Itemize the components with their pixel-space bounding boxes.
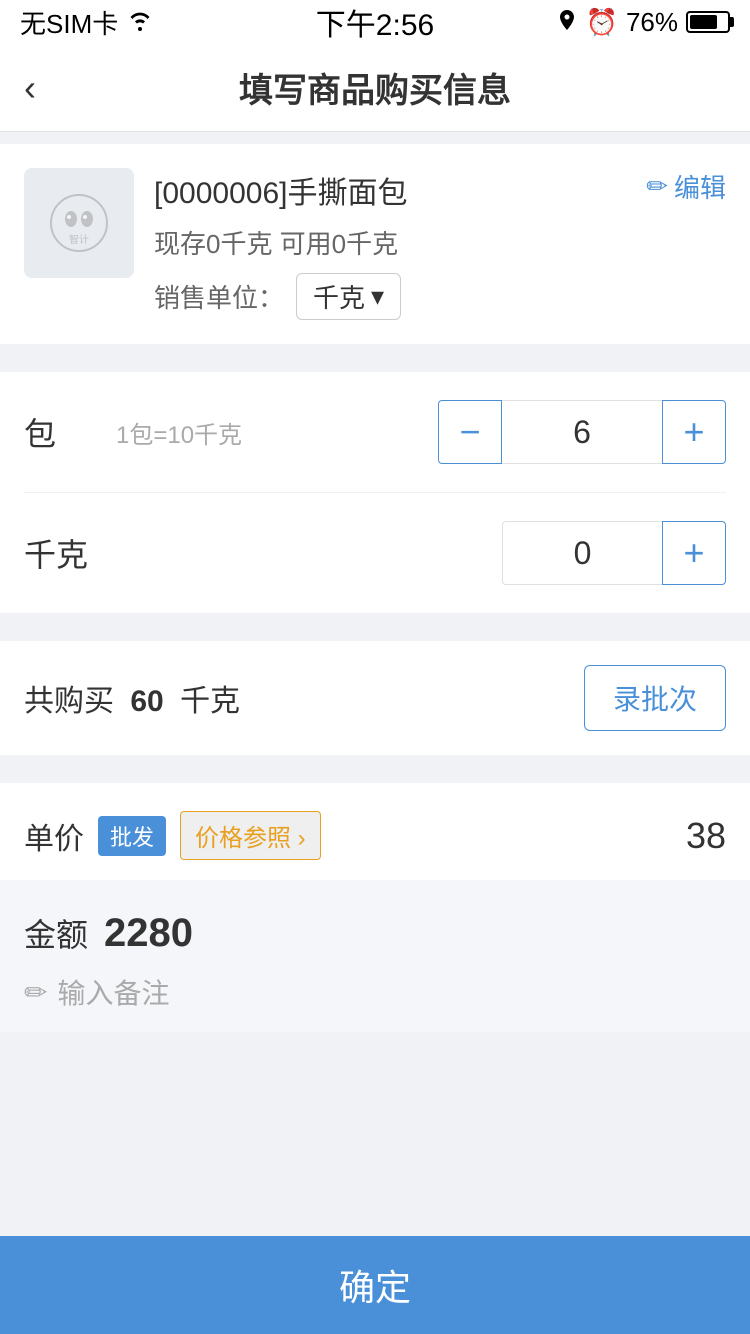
confirm-button[interactable]: 确定	[0, 1236, 750, 1334]
divider-2	[0, 629, 750, 641]
price-value: 38	[686, 815, 726, 857]
amount-row: 金额 2280	[24, 910, 726, 956]
quantity-section: 包 1包=10千克 − + 千克 +	[0, 372, 750, 613]
alarm-icon: ⏰	[586, 7, 618, 38]
unit-select[interactable]: 千克 ▾	[296, 273, 401, 320]
pencil-icon: ✏	[24, 976, 47, 1009]
total-prefix: 共购买	[24, 685, 114, 718]
carrier-text: 无SIM卡	[20, 4, 118, 41]
svg-text:智计: 智计	[69, 233, 89, 246]
unit-value: 千克	[313, 278, 365, 315]
page-title: 填写商品购买信息	[239, 63, 511, 112]
status-right: ⏰ 76%	[556, 7, 730, 38]
total-amount: 60	[130, 685, 163, 718]
amount-label: 金额	[24, 910, 88, 956]
price-ref-button[interactable]: 价格参照 ›	[180, 811, 321, 860]
divider-1	[0, 360, 750, 372]
quantity-input-kg[interactable]	[502, 521, 662, 585]
total-section: 共购买 60 千克 录批次	[0, 641, 750, 755]
quantity-hint-bao: 1包=10千克	[116, 415, 438, 450]
divider-3	[0, 771, 750, 783]
product-info: [0000006]手撕面包 现存0千克 可用0千克 销售单位： 千克 ▾	[154, 168, 726, 320]
nav-bar: ‹ 填写商品购买信息	[0, 44, 750, 132]
quantity-row-kg: 千克 +	[24, 493, 726, 613]
product-unit-row: 销售单位： 千克 ▾	[154, 273, 726, 320]
amount-section: 金额 2280 ✏ 输入备注	[0, 880, 750, 1032]
product-logo-icon: 智计	[49, 193, 109, 253]
price-label: 单价	[24, 814, 84, 858]
status-time: 下午2:56	[316, 0, 434, 44]
unit-label: 销售单位：	[154, 278, 284, 315]
empty-space	[0, 1032, 750, 1236]
quantity-control-bao: − +	[438, 400, 726, 464]
back-button[interactable]: ‹	[24, 67, 36, 109]
wifi-icon	[126, 7, 154, 38]
chevron-down-icon: ▾	[371, 281, 384, 312]
product-name: [0000006]手撕面包	[154, 168, 726, 212]
status-bar: 无SIM卡 下午2:56 ⏰ 76%	[0, 0, 750, 44]
product-card: 智计 [0000006]手撕面包 现存0千克 可用0千克 销售单位： 千克 ▾ …	[0, 144, 750, 344]
top-divider	[0, 132, 750, 144]
product-image: 智计	[24, 168, 134, 278]
quantity-minus-bao[interactable]: −	[438, 400, 502, 464]
battery-icon	[686, 11, 730, 33]
remark-placeholder: 输入备注	[57, 972, 169, 1012]
total-unit: 千克	[180, 685, 240, 718]
edit-button[interactable]: ✏ 编辑	[646, 168, 726, 205]
battery-percent: 76%	[626, 7, 678, 38]
quantity-row-bao: 包 1包=10千克 − +	[24, 372, 726, 493]
batch-button[interactable]: 录批次	[584, 665, 726, 731]
price-type-badge: 批发	[98, 816, 166, 856]
price-left: 单价 批发 价格参照 ›	[24, 811, 321, 860]
amount-value: 2280	[104, 911, 193, 956]
remark-row[interactable]: ✏ 输入备注	[24, 972, 726, 1012]
product-stock: 现存0千克 可用0千克	[154, 224, 726, 261]
edit-icon: ✏	[646, 171, 668, 202]
price-row: 单价 批发 价格参照 › 38	[24, 811, 726, 860]
quantity-label-kg: 千克	[24, 530, 104, 576]
edit-label: 编辑	[674, 168, 726, 205]
quantity-plus-bao[interactable]: +	[662, 400, 726, 464]
quantity-plus-kg[interactable]: +	[662, 521, 726, 585]
status-carrier: 无SIM卡	[20, 4, 154, 41]
total-text: 共购买 60 千克	[24, 676, 240, 720]
quantity-input-bao[interactable]	[502, 400, 662, 464]
price-section: 单价 批发 价格参照 › 38	[0, 783, 750, 880]
quantity-control-kg: +	[502, 521, 726, 585]
location-icon	[556, 7, 578, 38]
quantity-label-bao: 包	[24, 409, 104, 455]
